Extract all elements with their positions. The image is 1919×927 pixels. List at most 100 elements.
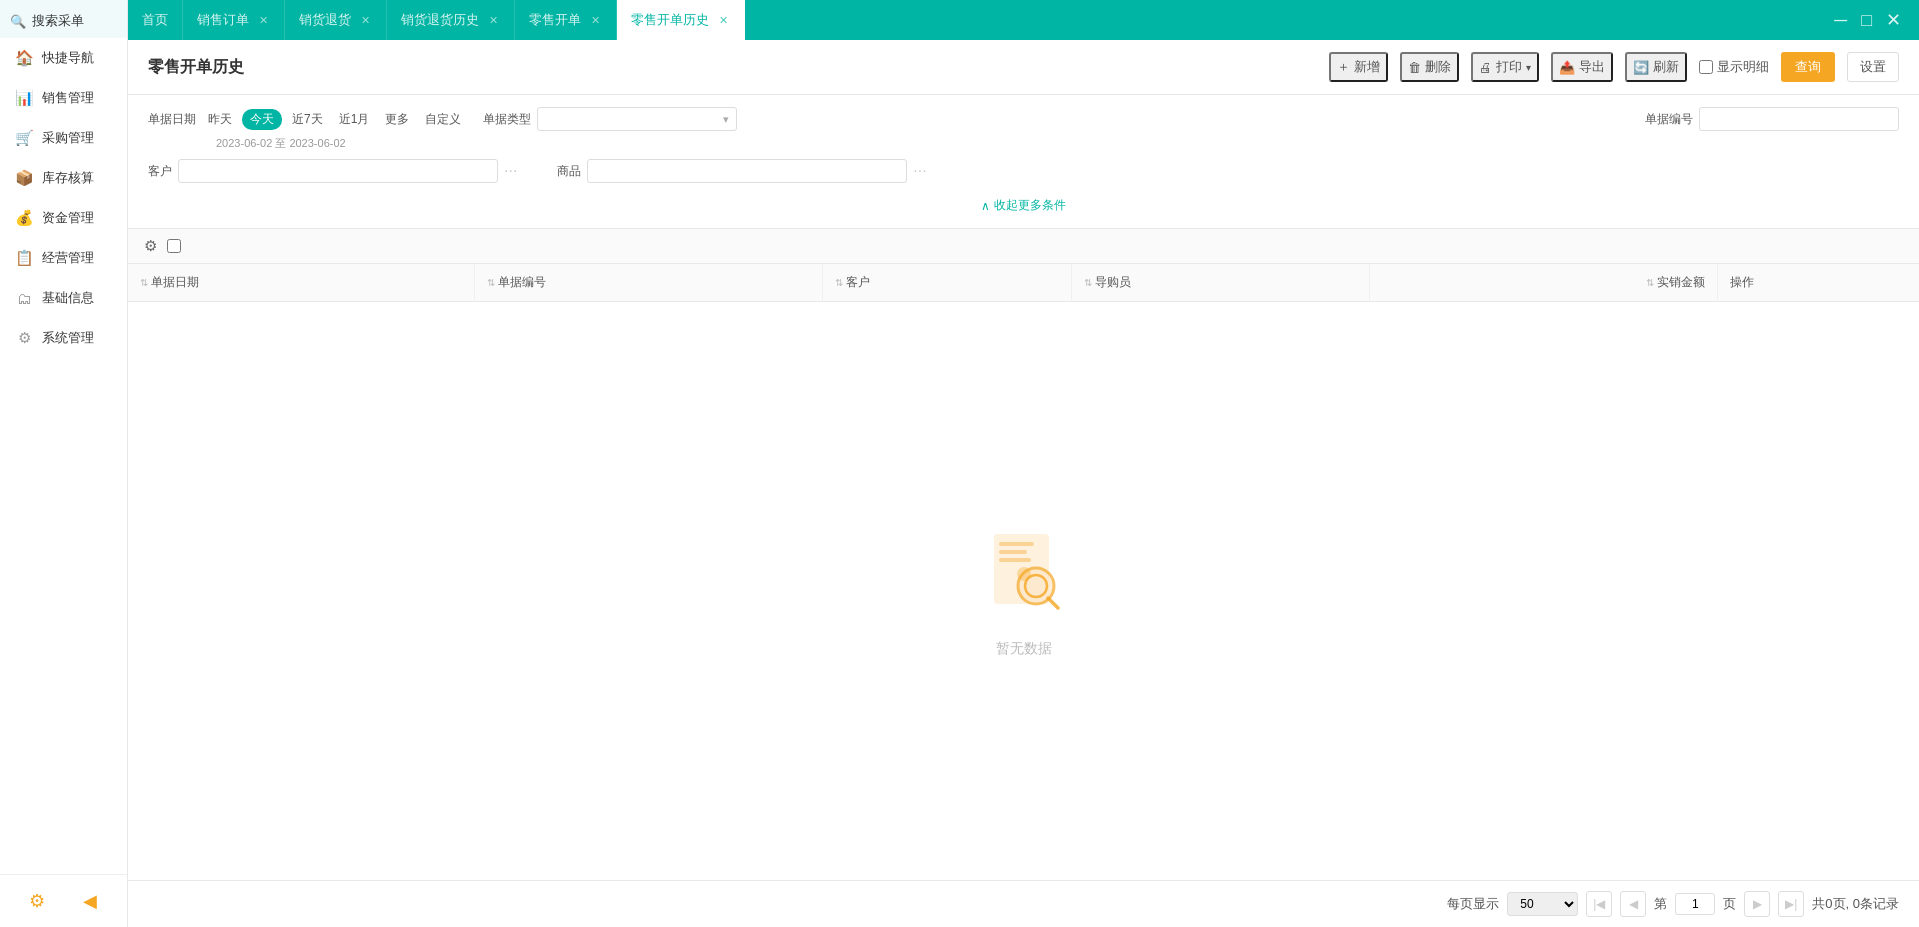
system-icon: ⚙ (14, 328, 34, 348)
empty-icon (974, 524, 1074, 624)
query-button[interactable]: 查询 (1781, 52, 1835, 82)
sidebar-item-purchase-mgmt[interactable]: 🛒 采购管理 (0, 118, 127, 158)
tab-retail-history-label: 零售开单历史 (631, 11, 709, 29)
tab-retail-open[interactable]: 零售开单 ✕ (515, 0, 617, 40)
tab-sales-return-history-label: 销货退货历史 (401, 11, 479, 29)
base-info-icon: 🗂 (14, 288, 34, 308)
order-no-input[interactable] (1699, 107, 1899, 131)
table-header-row: 单据日期 单据编号 客户 导购员 实销金额 操作 (128, 264, 1919, 302)
goods-input[interactable] (587, 159, 907, 183)
first-page-btn[interactable]: |◀ (1586, 891, 1612, 917)
tab-sales-return-close[interactable]: ✕ (359, 13, 372, 28)
th-date-sort[interactable]: 单据日期 (140, 274, 199, 291)
sidebar-item-base-info[interactable]: 🗂 基础信息 (0, 278, 127, 318)
sidebar-search[interactable]: 🔍 搜索采单 (0, 0, 127, 38)
th-action: 操作 (1718, 264, 1919, 302)
customer-dots[interactable]: ··· (504, 162, 517, 180)
sidebar-collapse-btn[interactable]: ◀ (74, 885, 106, 917)
tab-sales-return[interactable]: 销货退货 ✕ (285, 0, 387, 40)
sidebar-item-label: 资金管理 (42, 209, 94, 227)
date-btn-7days[interactable]: 近7天 (286, 109, 329, 130)
select-all-checkbox[interactable] (167, 239, 181, 253)
current-page-input[interactable] (1675, 893, 1715, 915)
tab-home-label: 首页 (142, 11, 168, 29)
th-amount-sort[interactable]: 实销金额 (1646, 274, 1705, 291)
header-actions: ＋ 新增 🗑 删除 🖨 打印 ▾ 📤 导出 🔄 刷新 显示 (1329, 52, 1899, 82)
tab-sales-return-history[interactable]: 销货退货历史 ✕ (387, 0, 515, 40)
sales-icon: 📊 (14, 88, 34, 108)
tab-retail-history-close[interactable]: ✕ (717, 13, 730, 28)
print-button[interactable]: 🖨 打印 ▾ (1471, 52, 1539, 82)
delete-button[interactable]: 🗑 删除 (1400, 52, 1459, 82)
delete-icon: 🗑 (1408, 60, 1421, 75)
date-btn-1month[interactable]: 近1月 (333, 109, 376, 130)
sidebar-item-label: 经营管理 (42, 249, 94, 267)
sidebar-item-sales-mgmt[interactable]: 📊 销售管理 (0, 78, 127, 118)
tab-sales-return-label: 销货退货 (299, 11, 351, 29)
query-label: 查询 (1795, 59, 1821, 74)
sidebar-settings-btn[interactable]: ⚙ (21, 885, 53, 917)
sidebar-item-label: 销售管理 (42, 89, 94, 107)
tab-sales-order[interactable]: 销售订单 ✕ (183, 0, 285, 40)
sidebar-item-inventory[interactable]: 📦 库存核算 (0, 158, 127, 198)
main-content: 首页 销售订单 ✕ 销货退货 ✕ 销货退货历史 ✕ 零售开单 ✕ 零售开单历史 … (128, 0, 1919, 927)
sidebar-nav: 🏠 快捷导航 📊 销售管理 🛒 采购管理 📦 库存核算 💰 资金管理 📋 经营管… (0, 38, 127, 874)
date-btn-custom[interactable]: 自定义 (419, 109, 467, 130)
refresh-label: 刷新 (1653, 58, 1679, 76)
refresh-button[interactable]: 🔄 刷新 (1625, 52, 1687, 82)
empty-state: 暂无数据 (128, 302, 1919, 880)
th-customer: 客户 (822, 264, 1071, 302)
table-settings-icon[interactable]: ⚙ (144, 237, 157, 255)
th-guide-sort[interactable]: 导购员 (1084, 274, 1131, 291)
th-order-no-sort[interactable]: 单据编号 (487, 274, 546, 291)
display-detail-check[interactable]: 显示明细 (1699, 58, 1769, 76)
svg-rect-1 (999, 542, 1034, 546)
tab-home[interactable]: 首页 (128, 0, 183, 40)
sidebar-item-quick-nav[interactable]: 🏠 快捷导航 (0, 38, 127, 78)
collapse-icon: ◀ (83, 890, 97, 912)
tab-sales-return-history-close[interactable]: ✕ (487, 13, 500, 28)
sidebar-item-finance[interactable]: 💰 资金管理 (0, 198, 127, 238)
total-text: 共0页, 0条记录 (1812, 895, 1899, 913)
page-title: 零售开单历史 (148, 57, 244, 78)
tab-retail-open-close[interactable]: ✕ (589, 13, 602, 28)
collapse-btn[interactable]: ∧ 收起更多条件 (981, 197, 1066, 214)
tab-retail-history[interactable]: 零售开单历史 ✕ (617, 0, 745, 40)
settings-button[interactable]: 设置 (1847, 52, 1899, 82)
maximize-btn[interactable]: □ (1857, 6, 1876, 35)
type-select[interactable] (537, 107, 737, 131)
sidebar-search-label: 搜索采单 (32, 12, 84, 30)
th-date: 单据日期 (128, 264, 474, 302)
close-btn[interactable]: ✕ (1882, 5, 1905, 35)
svg-line-6 (1048, 598, 1058, 608)
prev-page-btn[interactable]: ◀ (1620, 891, 1646, 917)
display-detail-checkbox[interactable] (1699, 60, 1713, 74)
date-btn-yesterday[interactable]: 昨天 (202, 109, 238, 130)
type-select-wrap (537, 107, 737, 131)
th-customer-sort[interactable]: 客户 (835, 274, 870, 291)
svg-point-7 (1017, 567, 1031, 581)
purchase-icon: 🛒 (14, 128, 34, 148)
goods-dots[interactable]: ··· (913, 162, 926, 180)
page-size-select[interactable]: 10 20 50 100 (1507, 892, 1578, 916)
date-btn-more[interactable]: 更多 (379, 109, 415, 130)
date-btn-today[interactable]: 今天 (242, 109, 282, 130)
filter-row-2: 客户 ··· 商品 ··· (148, 159, 1899, 183)
sidebar-item-label: 系统管理 (42, 329, 94, 347)
print-label: 打印 (1496, 58, 1522, 76)
sidebar-item-ops[interactable]: 📋 经营管理 (0, 238, 127, 278)
add-button[interactable]: ＋ 新增 (1329, 52, 1388, 82)
next-page-btn[interactable]: ▶ (1744, 891, 1770, 917)
add-label: 新增 (1354, 58, 1380, 76)
sidebar-item-system[interactable]: ⚙ 系统管理 (0, 318, 127, 358)
last-page-btn[interactable]: ▶| (1778, 891, 1804, 917)
export-button[interactable]: 📤 导出 (1551, 52, 1613, 82)
tab-sales-order-close[interactable]: ✕ (257, 13, 270, 28)
sidebar-item-label: 基础信息 (42, 289, 94, 307)
sidebar-item-label: 采购管理 (42, 129, 94, 147)
minimize-btn[interactable]: ─ (1830, 6, 1851, 35)
customer-input[interactable] (178, 159, 498, 183)
delete-label: 删除 (1425, 58, 1451, 76)
type-label: 单据类型 (483, 111, 531, 128)
customer-label: 客户 (148, 163, 172, 180)
